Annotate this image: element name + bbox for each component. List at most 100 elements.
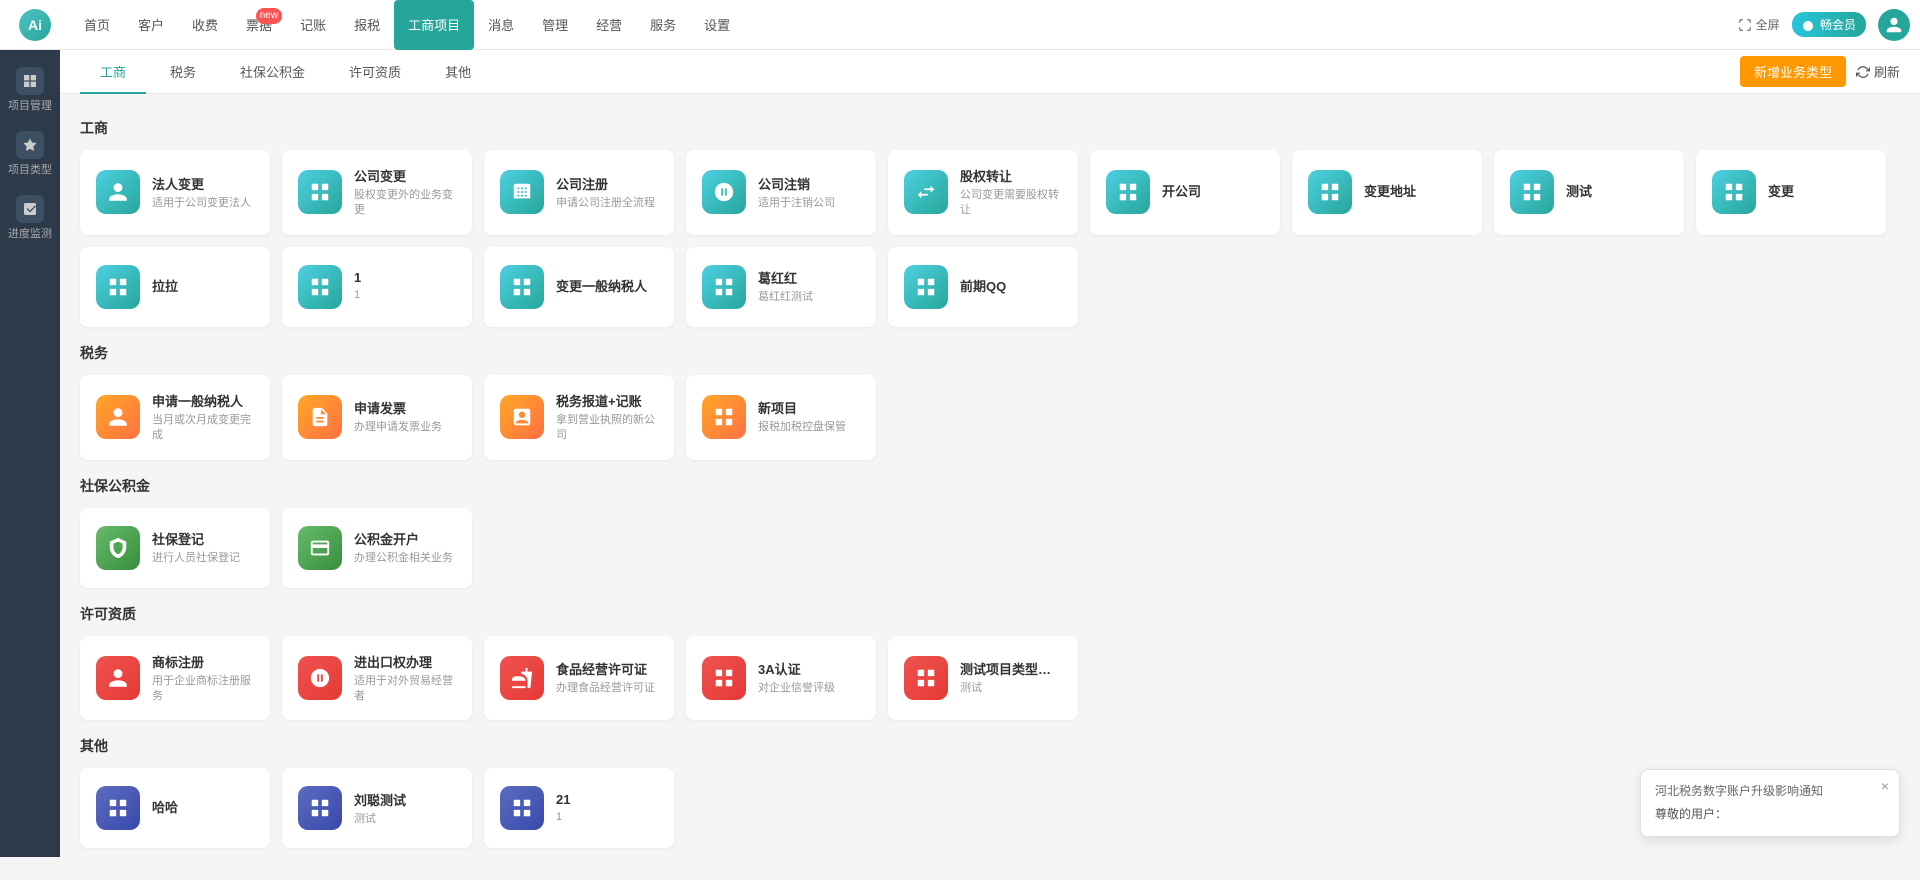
notification-close-button[interactable]: × bbox=[1881, 778, 1889, 794]
card-title: 测试项目类型目定义 bbox=[960, 659, 1062, 678]
xuke-cards-grid: 商标注册 用于企业商标注册服务 进出口权办理 适用于对外贸易经营者 食品经营许可… bbox=[80, 636, 1900, 721]
nav-item-客户[interactable]: 客户 bbox=[124, 0, 178, 50]
card-icon bbox=[904, 265, 948, 309]
card-申请一般纳税人[interactable]: 申请一般纳税人 当月或次月成变更完成 bbox=[80, 375, 270, 460]
card-body: 法人变更 适用于公司变更法人 bbox=[152, 174, 254, 211]
card-新项目[interactable]: 新项目 报税加税控盘保管 bbox=[686, 375, 876, 460]
app-logo[interactable]: Ai bbox=[10, 9, 60, 41]
card-变更地址[interactable]: 变更地址 bbox=[1292, 150, 1482, 235]
card-前期QQ[interactable]: 前期QQ bbox=[888, 247, 1078, 327]
tab-税务[interactable]: 税务 bbox=[150, 50, 216, 94]
tab-社保公积金[interactable]: 社保公积金 bbox=[220, 50, 325, 94]
card-body: 公司变更 股权变更外的业务变更 bbox=[354, 166, 456, 219]
sidebar-item-project-manage[interactable]: 项目管理 bbox=[3, 60, 57, 120]
card-icon bbox=[500, 656, 544, 700]
card-公积金开户[interactable]: 公积金开户 办理公积金相关业务 bbox=[282, 508, 472, 588]
nav-item-服务[interactable]: 服务 bbox=[636, 0, 690, 50]
card-公司注销[interactable]: 公司注销 适用于注销公司 bbox=[686, 150, 876, 235]
card-desc: 报税加税控盘保管 bbox=[758, 420, 860, 435]
section-title-shuiwu: 税务 bbox=[80, 343, 1900, 363]
card-葛红红[interactable]: 葛红红 葛红红测试 bbox=[686, 247, 876, 327]
nav-item-票据[interactable]: 票据new bbox=[232, 0, 286, 50]
card-法人变更[interactable]: 法人变更 适用于公司变更法人 bbox=[80, 150, 270, 235]
card-body: 公司注册 申请公司注册全流程 bbox=[556, 174, 658, 211]
card-变更一般纳税人[interactable]: 变更一般纳税人 bbox=[484, 247, 674, 327]
card-变更[interactable]: 变更 bbox=[1696, 150, 1886, 235]
card-body: 进出口权办理 适用于对外贸易经营者 bbox=[354, 652, 456, 705]
card-1[interactable]: 1 1 bbox=[282, 247, 472, 327]
nav-item-收费[interactable]: 收费 bbox=[178, 0, 232, 50]
card-食品经营许可证[interactable]: 食品经营许可证 办理食品经营许可证 bbox=[484, 636, 674, 721]
nav-item-工商项目[interactable]: 工商项目 bbox=[394, 0, 474, 50]
nav-item-经营[interactable]: 经营 bbox=[582, 0, 636, 50]
card-body: 变更一般纳税人 bbox=[556, 276, 658, 298]
nav-item-消息[interactable]: 消息 bbox=[474, 0, 528, 50]
notification-title: 河北税务数字账户升级影响通知 bbox=[1655, 782, 1885, 799]
card-公司注册[interactable]: 公司注册 申请公司注册全流程 bbox=[484, 150, 674, 235]
card-进出口权办理[interactable]: 进出口权办理 适用于对外贸易经营者 bbox=[282, 636, 472, 721]
card-title: 21 bbox=[556, 792, 658, 807]
card-税务报道+记账[interactable]: 税务报道+记账 拿到营业执照的新公司 bbox=[484, 375, 674, 460]
card-3A认证[interactable]: 3A认证 对企业信誉评级 bbox=[686, 636, 876, 721]
main-content: 工商税务社保公积金许可资质其他 新增业务类型 刷新 工商 法人变更 适用于公司变… bbox=[60, 50, 1920, 880]
nav-item-记账[interactable]: 记账 bbox=[286, 0, 340, 50]
card-社保登记[interactable]: 社保登记 进行人员社保登记 bbox=[80, 508, 270, 588]
refresh-button[interactable]: 刷新 bbox=[1856, 62, 1900, 81]
card-body: 21 1 bbox=[556, 792, 658, 825]
card-body: 变更地址 bbox=[1364, 181, 1466, 203]
card-测试项目类型目定义[interactable]: 测试项目类型目定义 测试 bbox=[888, 636, 1078, 721]
tab-其他[interactable]: 其他 bbox=[425, 50, 491, 94]
card-icon bbox=[500, 265, 544, 309]
card-申请发票[interactable]: 申请发票 办理申请发票业务 bbox=[282, 375, 472, 460]
card-desc: 适用于注销公司 bbox=[758, 196, 860, 211]
card-股权转让[interactable]: 股权转让 公司变更需要股权转让 bbox=[888, 150, 1078, 235]
tabs-container: 工商税务社保公积金许可资质其他 bbox=[80, 50, 495, 93]
nav-item-报税[interactable]: 报税 bbox=[340, 0, 394, 50]
card-icon bbox=[1510, 170, 1554, 214]
card-公司变更[interactable]: 公司变更 股权变更外的业务变更 bbox=[282, 150, 472, 235]
card-icon bbox=[298, 656, 342, 700]
card-icon bbox=[904, 656, 948, 700]
card-icon bbox=[298, 526, 342, 570]
card-title: 葛红红 bbox=[758, 268, 860, 287]
sidebar-item-project-type[interactable]: 项目类型 bbox=[3, 124, 57, 184]
card-开公司[interactable]: 开公司 bbox=[1090, 150, 1280, 235]
card-title: 公司注销 bbox=[758, 174, 860, 193]
card-body: 社保登记 进行人员社保登记 bbox=[152, 529, 254, 566]
card-title: 股权转让 bbox=[960, 166, 1062, 185]
fullscreen-button[interactable]: 全屏 bbox=[1738, 16, 1780, 33]
content-area: 工商 法人变更 适用于公司变更法人 公司变更 股权变更外的业务变更 公司注册 bbox=[60, 94, 1920, 880]
card-body: 新项目 报税加税控盘保管 bbox=[758, 398, 860, 435]
card-title: 变更 bbox=[1768, 181, 1870, 200]
card-哈哈[interactable]: 哈哈 bbox=[80, 768, 270, 848]
sidebar-item-progress-monitor[interactable]: 进度监测 bbox=[3, 188, 57, 248]
card-商标注册[interactable]: 商标注册 用于企业商标注册服务 bbox=[80, 636, 270, 721]
card-desc: 1 bbox=[354, 288, 456, 303]
tab-许可资质[interactable]: 许可资质 bbox=[329, 50, 421, 94]
shebao-cards-grid: 社保登记 进行人员社保登记 公积金开户 办理公积金相关业务 bbox=[80, 508, 1900, 588]
tab-工商[interactable]: 工商 bbox=[80, 50, 146, 94]
card-body: 哈哈 bbox=[152, 797, 254, 819]
card-21[interactable]: 21 1 bbox=[484, 768, 674, 848]
tabs-bar: 工商税务社保公积金许可资质其他 新增业务类型 刷新 bbox=[60, 50, 1920, 94]
user-avatar[interactable] bbox=[1878, 9, 1910, 41]
card-body: 拉拉 bbox=[152, 276, 254, 298]
card-拉拉[interactable]: 拉拉 bbox=[80, 247, 270, 327]
nav-item-管理[interactable]: 管理 bbox=[528, 0, 582, 50]
nav-item-设置[interactable]: 设置 bbox=[690, 0, 744, 50]
section-title-gongshang: 工商 bbox=[80, 118, 1900, 138]
shuiwu-cards-grid: 申请一般纳税人 当月或次月成变更完成 申请发票 办理申请发票业务 税务报道+记账… bbox=[80, 375, 1900, 460]
add-type-button[interactable]: 新增业务类型 bbox=[1740, 56, 1846, 87]
card-测试[interactable]: 测试 bbox=[1494, 150, 1684, 235]
card-刘聪测试[interactable]: 刘聪测试 测试 bbox=[282, 768, 472, 848]
member-button[interactable]: 畅会员 bbox=[1792, 12, 1866, 37]
card-desc: 办理公积金相关业务 bbox=[354, 551, 456, 566]
card-title: 刘聪测试 bbox=[354, 790, 456, 809]
nav-item-首页[interactable]: 首页 bbox=[70, 0, 124, 50]
card-icon bbox=[1712, 170, 1756, 214]
card-desc: 适用于公司变更法人 bbox=[152, 196, 254, 211]
card-icon bbox=[702, 265, 746, 309]
card-body: 股权转让 公司变更需要股权转让 bbox=[960, 166, 1062, 219]
card-body: 公积金开户 办理公积金相关业务 bbox=[354, 529, 456, 566]
tabs-actions: 新增业务类型 刷新 bbox=[1740, 56, 1900, 87]
